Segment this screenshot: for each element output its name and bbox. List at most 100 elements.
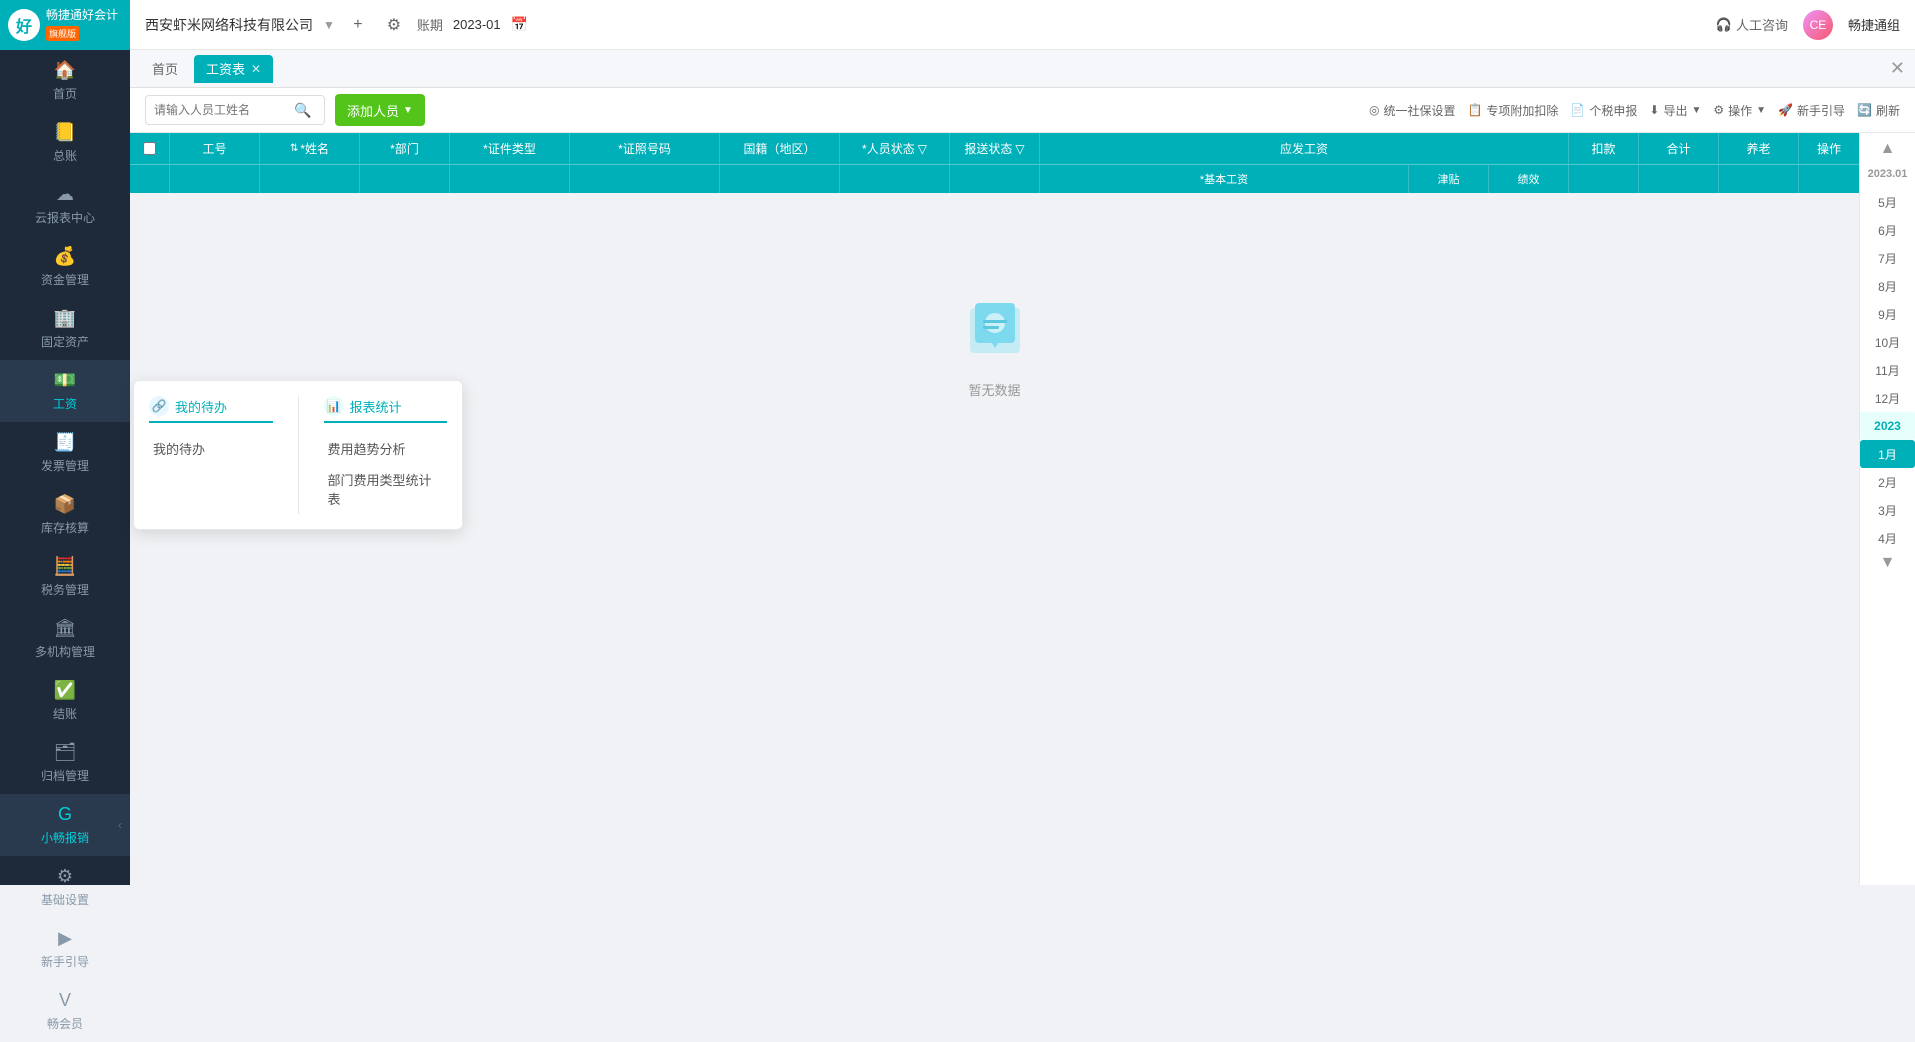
month-item-4[interactable]: 4月 xyxy=(1860,524,1915,552)
sidebar-item-archive[interactable]: 🗂 归档管理 xyxy=(0,732,130,794)
toolbar-actions: ◎ 统一社保设置 📋 专项附加扣除 📄 个税申报 ⬇ 导出 ▼ ⚙ 操作 ▼ xyxy=(1369,102,1900,119)
personal-tax-btn[interactable]: 📄 个税申报 xyxy=(1570,102,1637,119)
th-deduct: 扣款 xyxy=(1569,133,1639,164)
sidebar-item-general-ledger[interactable]: 📒 总账 xyxy=(0,112,130,174)
month-item-2[interactable]: 2月 xyxy=(1860,468,1915,496)
top-header: 西安虾米网络科技有限公司 ▼ + ⚙ 账期 2023-01 📅 🎧 人工咨询 C… xyxy=(130,0,1915,50)
logo-area: 好 畅捷通好会计 旗舰版 xyxy=(0,0,130,50)
filter-icon-report[interactable]: ▽ xyxy=(1015,142,1024,156)
logo-badge: 旗舰版 xyxy=(46,26,79,41)
tab-close-btn[interactable]: ✕ xyxy=(251,62,261,76)
dropdown-item-my-todo[interactable]: 我的待办 xyxy=(149,433,273,464)
month-item-11[interactable]: 11月 xyxy=(1860,356,1915,384)
sidebar-label-fund: 资金管理 xyxy=(41,271,89,288)
tab-salary-table[interactable]: 工资表 ✕ xyxy=(194,55,273,83)
user-name: 畅捷通组 xyxy=(1848,15,1900,34)
th-sub-empty-6 xyxy=(570,165,720,193)
sidebar-label-guide: 新手引导 xyxy=(41,953,89,970)
month-item-12[interactable]: 12月 xyxy=(1860,384,1915,412)
month-item-7[interactable]: 7月 xyxy=(1860,244,1915,272)
search-input[interactable] xyxy=(154,103,294,117)
sidebar-item-basic-settings[interactable]: ⚙ 基础设置 xyxy=(0,856,130,918)
th-sub-empty-9 xyxy=(950,165,1040,193)
month-item-1[interactable]: 1月 xyxy=(1860,440,1915,468)
th-cert-type: *证件类型 xyxy=(450,133,570,164)
add-company-btn[interactable]: + xyxy=(345,12,371,38)
month-item-3[interactable]: 3月 xyxy=(1860,496,1915,524)
tab-salary-label: 工资表 xyxy=(206,59,245,78)
th-sub-empty-5 xyxy=(450,165,570,193)
filter-icon-status[interactable]: ▽ xyxy=(918,142,927,156)
special-deduction-icon: 📋 xyxy=(1467,103,1482,117)
company-dropdown-arrow[interactable]: ▼ xyxy=(323,18,335,32)
add-person-btn[interactable]: 添加人员 ▼ xyxy=(335,94,425,126)
sidebar-item-fixed-assets[interactable]: 🏢 固定资产 xyxy=(0,298,130,360)
toolbar: 🔍 添加人员 ▼ ◎ 统一社保设置 📋 专项附加扣除 📄 个税申报 ⬇ 导出 ▼ xyxy=(130,88,1915,133)
month-panel-down-btn[interactable]: ▼ xyxy=(1860,552,1915,574)
sidebar-item-home[interactable]: 🏠 首页 xyxy=(0,50,130,112)
settings-btn[interactable]: ⚙ xyxy=(381,12,407,38)
sidebar-label-general-ledger: 总账 xyxy=(53,147,77,164)
sidebar: 好 畅捷通好会计 旗舰版 🏠 首页 📒 总账 ☁ 云报表中心 💰 资金管理 🏢 … xyxy=(0,0,130,885)
month-panel: ▲ 2023.01 5月 6月 7月 8月 9月 10月 11月 12月 202… xyxy=(1859,133,1915,885)
dropdown-item-dept-expense[interactable]: 部门费用类型统计表 xyxy=(324,464,448,514)
th-base-salary: *基本工资 xyxy=(1040,165,1409,193)
tab-home[interactable]: 首页 xyxy=(140,55,190,83)
empty-text: 暂无数据 xyxy=(968,380,1020,399)
sidebar-item-inventory[interactable]: 📦 库存核算 xyxy=(0,484,130,546)
close-right-btn[interactable]: ✕ xyxy=(1890,58,1905,79)
sidebar-item-multi-org[interactable]: 🏛 多机构管理 xyxy=(0,608,130,670)
guide-btn[interactable]: 🚀 新手引导 xyxy=(1778,102,1845,119)
dropdown-item-expense-trend[interactable]: 费用趋势分析 xyxy=(324,433,448,464)
th-sub-empty-4 xyxy=(360,165,450,193)
report-icon: 📊 xyxy=(324,396,344,416)
sidebar-item-cloud-report[interactable]: ☁ 云报表中心 xyxy=(0,174,130,236)
th-checkbox[interactable] xyxy=(130,133,170,164)
th-emp-id: 工号 xyxy=(170,133,260,164)
select-all-checkbox[interactable] xyxy=(143,142,156,155)
th-report-status: 报送状态 ▽ xyxy=(950,133,1040,164)
sidebar-label-cloud-report: 云报表中心 xyxy=(35,209,95,226)
export-arrow: ▼ xyxy=(1691,105,1701,116)
operations-label: 操作 xyxy=(1728,102,1752,119)
th-sub-empty-8 xyxy=(840,165,950,193)
calendar-icon[interactable]: 📅 xyxy=(511,16,528,33)
sidebar-item-expense[interactable]: G 小畅报销 ‹ xyxy=(0,794,130,856)
tab-home-label: 首页 xyxy=(152,59,178,78)
th-status: *人员状态 ▽ xyxy=(840,133,950,164)
month-item-6[interactable]: 6月 xyxy=(1860,216,1915,244)
special-deduction-label: 专项附加扣除 xyxy=(1486,102,1558,119)
table-header-row2: *基本工资 津贴 绩效 xyxy=(130,165,1859,193)
sidebar-item-invoice[interactable]: 🧾 发票管理 xyxy=(0,422,130,484)
social-security-btn[interactable]: ◎ 统一社保设置 xyxy=(1369,102,1456,119)
sidebar-label-home: 首页 xyxy=(53,85,77,102)
operations-btn[interactable]: ⚙ 操作 ▼ xyxy=(1713,102,1766,119)
month-item-5[interactable]: 5月 xyxy=(1860,188,1915,216)
refresh-btn[interactable]: 🔄 刷新 xyxy=(1857,102,1900,119)
month-item-9[interactable]: 9月 xyxy=(1860,300,1915,328)
salary-icon: 💵 xyxy=(54,370,76,391)
sidebar-item-guide[interactable]: ▶ 新手引导 xyxy=(0,918,130,980)
personal-tax-icon: 📄 xyxy=(1570,103,1585,117)
month-item-10[interactable]: 10月 xyxy=(1860,328,1915,356)
sidebar-item-tax[interactable]: 🧮 税务管理 xyxy=(0,546,130,608)
sidebar-label-invoice: 发票管理 xyxy=(41,457,89,474)
th-sub-empty-1 xyxy=(130,165,170,193)
th-allowance: 津贴 xyxy=(1409,165,1489,193)
sidebar-item-fund[interactable]: 💰 资金管理 xyxy=(0,236,130,298)
th-sub-empty-13 xyxy=(1799,165,1859,193)
th-pension: 养老 xyxy=(1719,133,1799,164)
sidebar-label-multi-org: 多机构管理 xyxy=(35,643,95,660)
support-btn[interactable]: 🎧 人工咨询 xyxy=(1716,15,1788,34)
sidebar-item-salary[interactable]: 💵 工资 xyxy=(0,360,130,422)
sidebar-item-checkout[interactable]: ✅ 结账 xyxy=(0,670,130,732)
export-btn[interactable]: ⬇ 导出 ▼ xyxy=(1649,102,1701,119)
todo-icon: 🔗 xyxy=(149,396,169,416)
month-panel-up-btn[interactable]: ▲ xyxy=(1860,138,1915,160)
th-sub-empty-2 xyxy=(170,165,260,193)
sidebar-item-member[interactable]: V 畅会员 xyxy=(0,980,130,1042)
special-deduction-btn[interactable]: 📋 专项附加扣除 xyxy=(1467,102,1558,119)
month-item-8[interactable]: 8月 xyxy=(1860,272,1915,300)
member-icon: V xyxy=(59,990,71,1011)
th-salary-group: 应发工资 xyxy=(1040,133,1569,164)
